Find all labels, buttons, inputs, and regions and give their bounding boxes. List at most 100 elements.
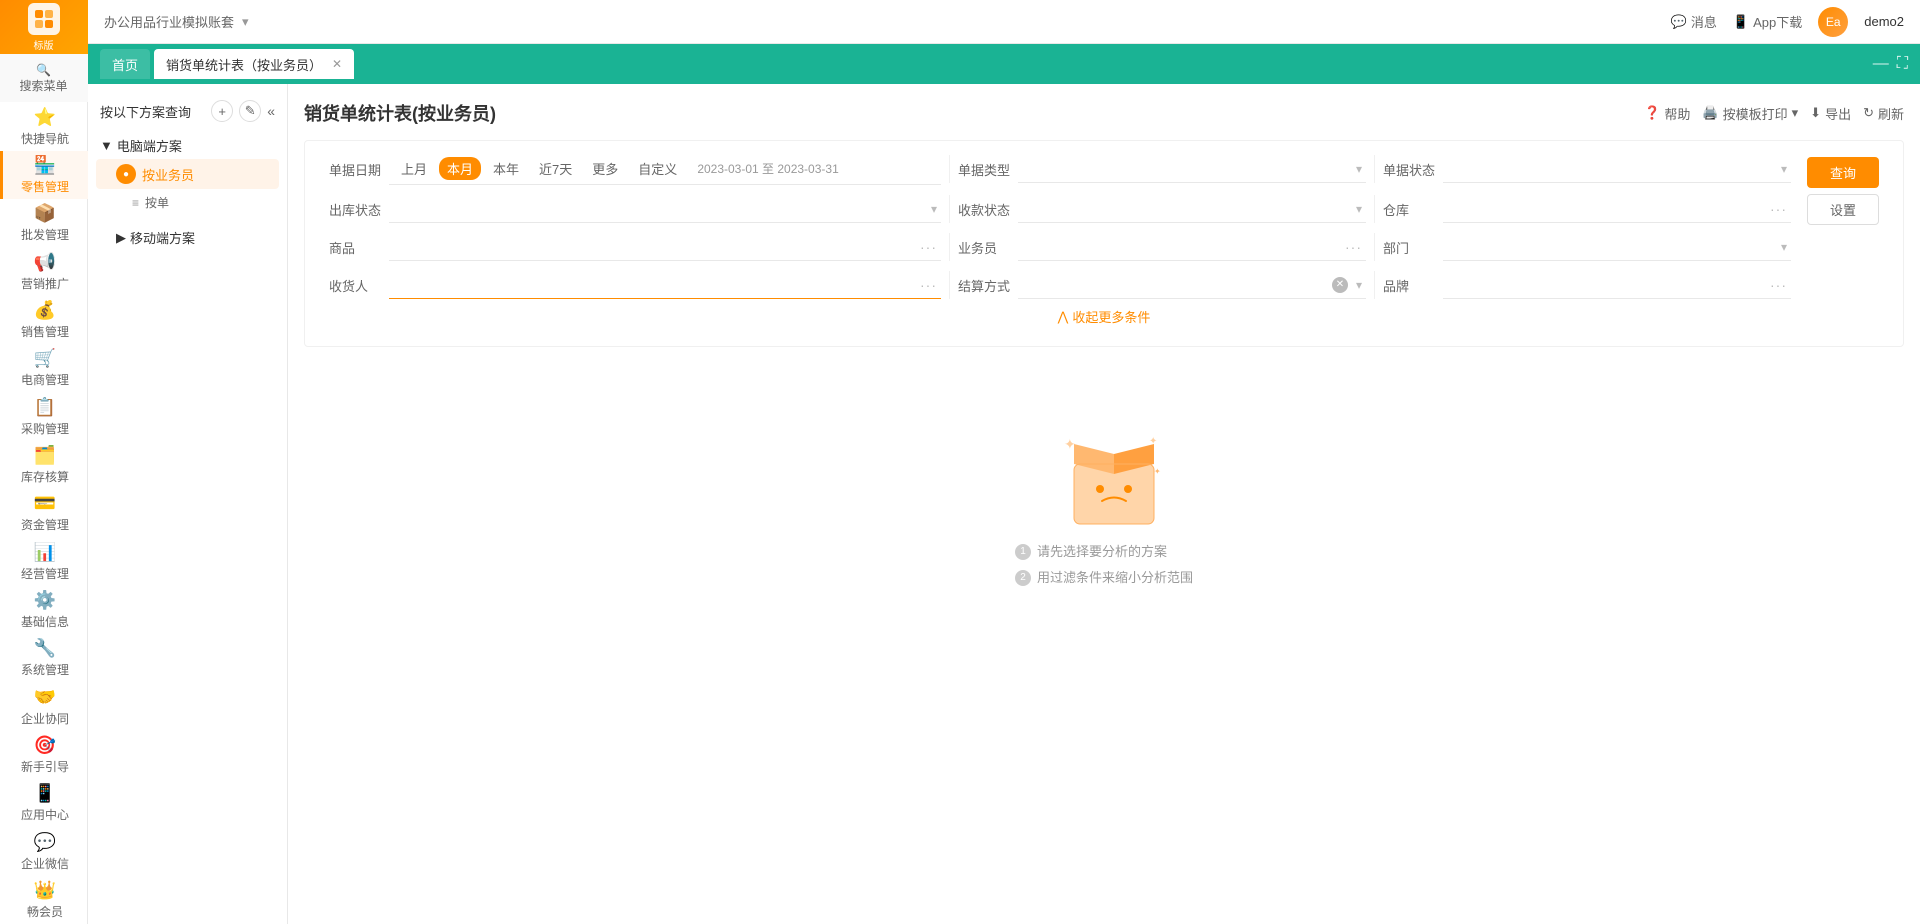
sidebar-item-wholesale[interactable]: 📦 批发管理 bbox=[0, 199, 88, 247]
mobile-scheme-label: 移动端方案 bbox=[130, 228, 195, 247]
sidebar-item-quicknav[interactable]: ⭐ 快捷导航 bbox=[0, 102, 88, 150]
tab-home-label: 首页 bbox=[112, 55, 138, 74]
export-icon: ⬇ bbox=[1810, 105, 1821, 121]
sidebar-label-ecommerce: 电商管理 bbox=[21, 371, 69, 388]
sidebar-item-basic[interactable]: ⚙️ 基础信息 bbox=[0, 586, 88, 634]
sidebar-item-marketing[interactable]: 📢 营销推广 bbox=[0, 247, 88, 295]
payment-status-input[interactable]: ▾ bbox=[1018, 195, 1366, 223]
date-tab-thisyear[interactable]: 本年 bbox=[485, 157, 527, 180]
sidebar-item-purchase[interactable]: 📋 采购管理 bbox=[0, 392, 88, 440]
tab-maximize-btn[interactable]: ⛶ bbox=[1897, 55, 1908, 73]
header-title: 办公用品行业模拟账套 bbox=[104, 12, 234, 31]
collapse-filters-btn[interactable]: ⋀ 收起更多条件 bbox=[321, 299, 1887, 334]
scheme-item-byorder[interactable]: ≡ 按单 bbox=[96, 189, 279, 216]
tab-sales-stat[interactable]: 销货单统计表（按业务员） ✕ bbox=[154, 49, 354, 79]
order-icon: ≡ bbox=[132, 196, 139, 210]
warehouse-dots[interactable]: ··· bbox=[1770, 201, 1787, 217]
scheme-dot-salesperson: ● bbox=[116, 164, 136, 184]
goods-dots[interactable]: ··· bbox=[920, 239, 937, 255]
add-scheme-btn[interactable]: + bbox=[211, 100, 233, 122]
app-logo[interactable]: 标版 bbox=[0, 0, 88, 54]
date-tab-thismonth[interactable]: 本月 bbox=[439, 157, 481, 180]
department-input[interactable]: ▾ bbox=[1443, 233, 1791, 261]
warehouse-input[interactable]: ··· bbox=[1443, 195, 1791, 223]
sidebar-item-finance[interactable]: 💳 资金管理 bbox=[0, 489, 88, 537]
sidebar-item-sales[interactable]: 💰 销售管理 bbox=[0, 296, 88, 344]
filter-payment-status: 收款状态 ▾ bbox=[950, 195, 1374, 223]
mobile-scheme-title[interactable]: ▶ 移动端方案 bbox=[96, 224, 279, 251]
refresh-label: 刷新 bbox=[1878, 104, 1904, 123]
sidebar-item-retail[interactable]: 🏪 零售管理 bbox=[0, 151, 88, 199]
receiver-dots[interactable]: ··· bbox=[920, 277, 937, 293]
app-download-btn[interactable]: 📱 App下载 bbox=[1733, 12, 1802, 31]
salesperson-dots[interactable]: ··· bbox=[1345, 239, 1362, 255]
date-tab-7days[interactable]: 近7天 bbox=[531, 157, 580, 180]
sidebar-item-newbie[interactable]: 🎯 新手引导 bbox=[0, 731, 88, 779]
messages-btn[interactable]: 💬 消息 bbox=[1671, 12, 1717, 31]
filter-brand: 品牌 ··· bbox=[1375, 271, 1799, 299]
filter-row-4: 收货人 ··· 结算方式 bbox=[321, 271, 1799, 299]
sidebar-item-enterprise[interactable]: 🤝 企业协同 bbox=[0, 682, 88, 730]
desktop-scheme-group-title[interactable]: ▼ 电脑端方案 bbox=[96, 132, 279, 159]
date-label: 单据日期 bbox=[329, 160, 389, 179]
username-label: demo2 bbox=[1864, 14, 1904, 29]
filter-date: 单据日期 上月 本月 本年 近7天 更多 bbox=[321, 153, 949, 185]
sidebar-item-system[interactable]: 🔧 系统管理 bbox=[0, 634, 88, 682]
inventory-icon: 🗂️ bbox=[34, 445, 56, 466]
sidebar-item-search[interactable]: 🔍 搜索菜单 bbox=[0, 54, 88, 102]
filter-row-3: 商品 ··· 业务员 ··· bbox=[321, 233, 1799, 261]
bill-type-input[interactable]: ▾ bbox=[1018, 155, 1366, 183]
tab-minimize-btn[interactable]: — bbox=[1873, 55, 1889, 73]
date-tab-more[interactable]: 更多 bbox=[584, 157, 626, 180]
scheme-item-salesperson[interactable]: ● 按业务员 bbox=[96, 159, 279, 189]
receiver-input[interactable]: ··· bbox=[389, 271, 941, 299]
sidebar-label-basic: 基础信息 bbox=[21, 613, 69, 630]
filter-container: 单据日期 上月 本月 本年 近7天 更多 bbox=[321, 153, 1887, 299]
sidebar-item-member[interactable]: 👑 畅会员 bbox=[0, 876, 88, 924]
search-icon: 🔍 bbox=[36, 63, 51, 77]
settlement-input[interactable]: ✕ ▾ bbox=[1018, 271, 1366, 299]
brand-input[interactable]: ··· bbox=[1443, 271, 1791, 299]
header-dropdown-icon[interactable]: ▾ bbox=[242, 14, 249, 30]
marketing-icon: 📢 bbox=[34, 252, 56, 273]
department-label: 部门 bbox=[1383, 238, 1443, 257]
export-btn[interactable]: ⬇ 导出 bbox=[1810, 104, 1851, 123]
appcenter-icon: 📱 bbox=[34, 783, 56, 804]
user-avatar[interactable]: Ea bbox=[1818, 7, 1848, 37]
refresh-btn[interactable]: ↻ 刷新 bbox=[1863, 104, 1904, 123]
sidebar-label-search: 搜索菜单 bbox=[19, 77, 67, 94]
filter-row-2: 出库状态 ▾ 收款状态 bbox=[321, 195, 1799, 223]
collapse-panel-btn[interactable]: « bbox=[267, 103, 275, 119]
settlement-clear-btn[interactable]: ✕ bbox=[1332, 277, 1348, 293]
logo-icon bbox=[28, 3, 60, 35]
print-btn[interactable]: 🖨️ 按模板打印 ▾ bbox=[1702, 104, 1798, 123]
query-button[interactable]: 查询 bbox=[1807, 157, 1879, 188]
content-area: 按以下方案查询 + ✎ « ▼ 电脑端方案 ● 按业务员 ≡ 按 bbox=[88, 84, 1920, 924]
sidebar-item-wechat[interactable]: 💬 企业微信 bbox=[0, 827, 88, 875]
sidebar-item-operations[interactable]: 📊 经营管理 bbox=[0, 537, 88, 585]
empty-hint-2: 2 用过滤条件来缩小分析范围 bbox=[1015, 565, 1193, 591]
goods-input[interactable]: ··· bbox=[389, 233, 941, 261]
tab-home[interactable]: 首页 bbox=[100, 49, 150, 79]
bill-status-arrow: ▾ bbox=[1781, 162, 1787, 176]
out-status-input[interactable]: ▾ bbox=[389, 195, 941, 223]
date-tab-lastmonth[interactable]: 上月 bbox=[393, 157, 435, 180]
tab-close-btn[interactable]: ✕ bbox=[332, 57, 342, 71]
settings-button[interactable]: 设置 bbox=[1807, 194, 1879, 225]
filter-buttons: 查询 设置 bbox=[1799, 153, 1887, 299]
brand-dots[interactable]: ··· bbox=[1770, 277, 1787, 293]
sidebar-item-appcenter[interactable]: 📱 应用中心 bbox=[0, 779, 88, 827]
date-input[interactable]: 上月 本月 本年 近7天 更多 自定义 2023-03-01 至 2023-03… bbox=[389, 153, 941, 185]
bill-status-label: 单据状态 bbox=[1383, 160, 1443, 179]
help-btn[interactable]: ❓ 帮助 bbox=[1644, 104, 1690, 123]
bill-status-input[interactable]: ▾ bbox=[1443, 155, 1791, 183]
edit-scheme-btn[interactable]: ✎ bbox=[239, 100, 261, 122]
sidebar-item-ecommerce[interactable]: 🛒 电商管理 bbox=[0, 344, 88, 392]
mobile-scheme-group: ▶ 移动端方案 bbox=[88, 224, 287, 251]
sidebar-item-inventory[interactable]: 🗂️ 库存核算 bbox=[0, 441, 88, 489]
salesperson-input[interactable]: ··· bbox=[1018, 233, 1366, 261]
bill-type-arrow: ▾ bbox=[1356, 162, 1362, 176]
date-tab-custom[interactable]: 自定义 bbox=[630, 157, 685, 180]
page-header: 销货单统计表(按业务员) ❓ 帮助 🖨️ 按模板打印 ▾ ⬇ 导出 bbox=[304, 100, 1904, 126]
page-title: 销货单统计表(按业务员) bbox=[304, 100, 496, 126]
